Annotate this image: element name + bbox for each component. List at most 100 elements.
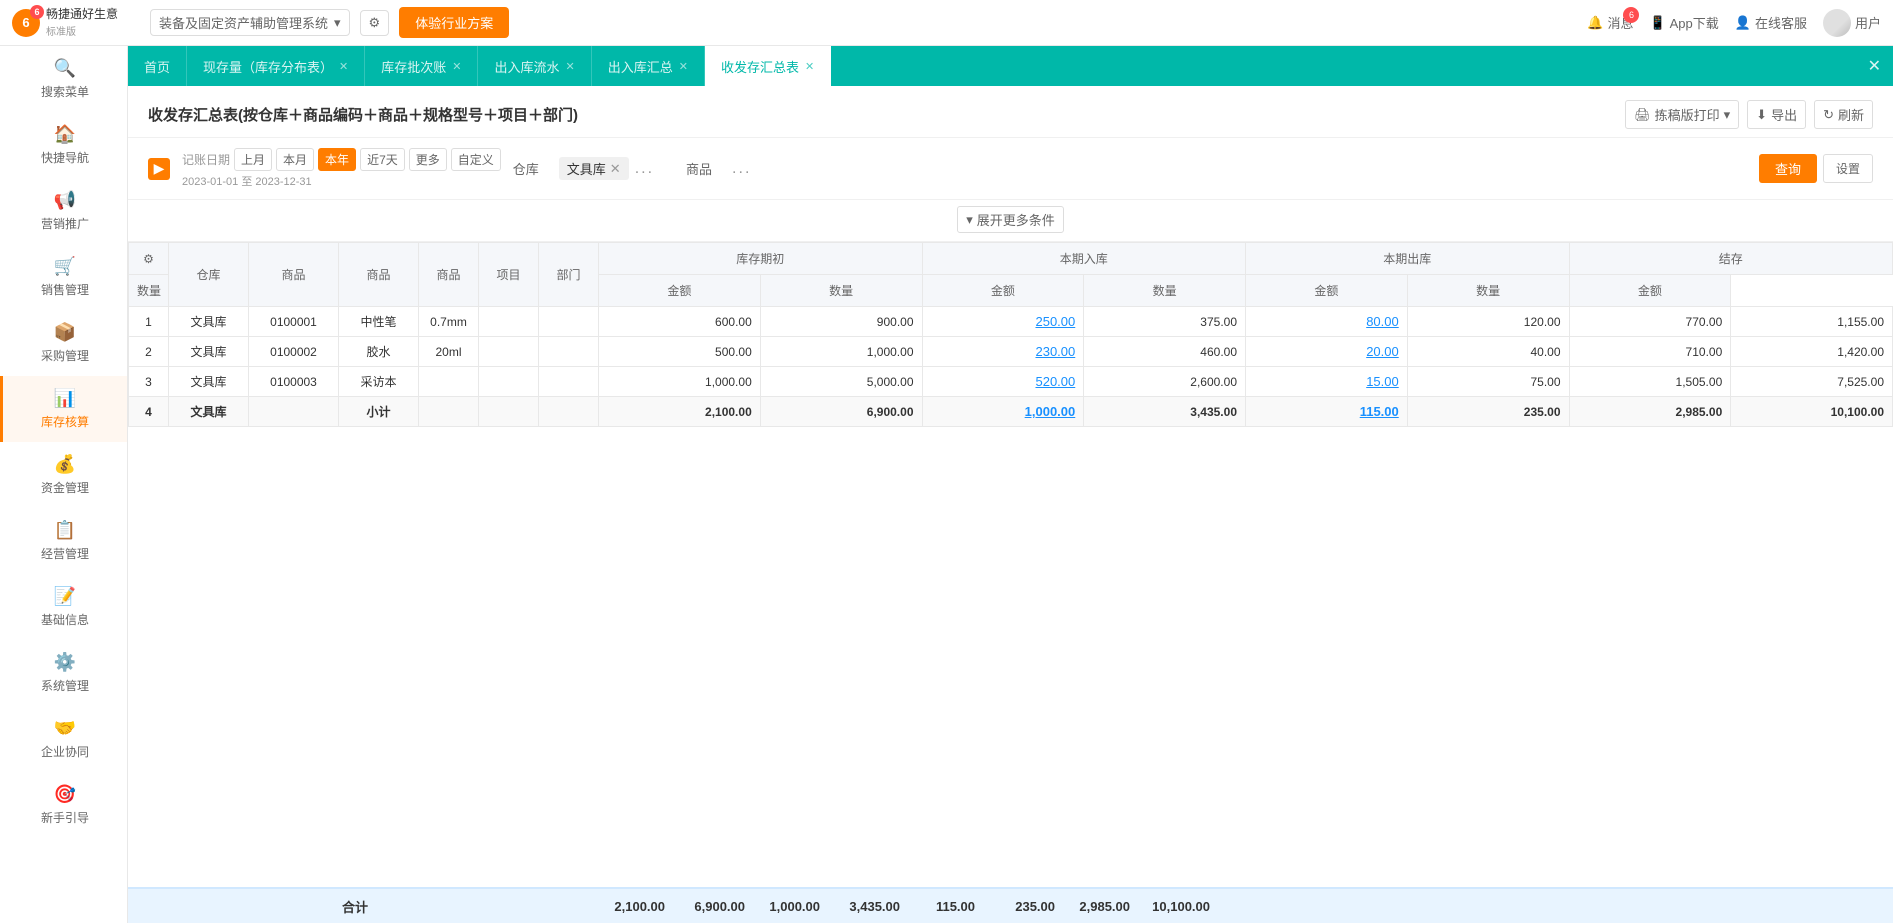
tab-close-inventory-dist[interactable]: ✕ (339, 60, 348, 73)
print-icon: 🖨 (1634, 107, 1651, 123)
sidebar-item-purchase[interactable]: 📦 采购管理 (0, 310, 127, 376)
cell-spec: 20ml (419, 337, 479, 367)
page-actions: 🖨 拣稿版打印 ▾ ⬇ 导出 ↻ 刷新 (1625, 100, 1873, 129)
filter-toggle-button[interactable]: ▶ (148, 158, 170, 180)
subtotal-opening-qty: 2,100.00 (599, 397, 761, 427)
cell-inbound-qty[interactable]: 250.00 (922, 307, 1084, 337)
date-btn-7days[interactable]: 近7天 (360, 148, 405, 171)
subtotal-warehouse: 文具库 (169, 397, 249, 427)
subtotal-balance-qty: 2,985.00 (1569, 397, 1731, 427)
close-all-button[interactable]: ✕ (1856, 56, 1893, 76)
cell-name: 中性笔 (339, 307, 419, 337)
tab-inout-flow[interactable]: 出入库流水 ✕ (478, 46, 591, 86)
sidebar-label-business: 经营管理 (41, 545, 89, 562)
cell-project (479, 337, 539, 367)
cell-outbound-qty[interactable]: 15.00 (1246, 367, 1408, 397)
cell-opening-qty: 600.00 (599, 307, 761, 337)
footer-balance-amt: 10,100.00 (1138, 899, 1218, 914)
cell-project (479, 367, 539, 397)
cell-dept (539, 337, 599, 367)
chevron-down-icon: ▾ (334, 15, 341, 31)
user-item[interactable]: 用户 (1823, 9, 1881, 37)
subtotal-outbound-amt: 235.00 (1407, 397, 1569, 427)
sidebar-item-finance[interactable]: 💰 资金管理 (0, 442, 127, 508)
tab-batch[interactable]: 库存批次账 ✕ (365, 46, 478, 86)
cell-dept (539, 367, 599, 397)
date-btn-this-month[interactable]: 本月 (276, 148, 314, 171)
print-button[interactable]: 🖨 拣稿版打印 ▾ (1625, 100, 1739, 129)
cell-outbound-qty[interactable]: 20.00 (1246, 337, 1408, 367)
goods-filter-dots[interactable]: ... (732, 160, 751, 178)
cell-inbound-amt: 460.00 (1084, 337, 1246, 367)
date-btn-last-month[interactable]: 上月 (234, 148, 272, 171)
trial-button[interactable]: 体验行业方案 (399, 7, 509, 38)
sidebar-item-marketing[interactable]: 📢 营销推广 (0, 178, 127, 244)
sidebar-item-system[interactable]: ⚙️ 系统管理 (0, 640, 127, 706)
tabs-bar: 首页 现存量（库存分布表） ✕ 库存批次账 ✕ 出入库流水 ✕ 出入库汇总 ✕ … (128, 46, 1893, 86)
cell-inbound-qty[interactable]: 520.00 (922, 367, 1084, 397)
sidebar-item-quicknav[interactable]: 🏠 快捷导航 (0, 112, 127, 178)
warehouse-filter-dots[interactable]: ... (635, 160, 654, 178)
app-download-item[interactable]: 📱 App下载 (1649, 13, 1718, 32)
avatar-img (1823, 9, 1851, 37)
cell-inbound-qty[interactable]: 230.00 (922, 337, 1084, 367)
th-settings[interactable]: ⚙ (129, 243, 169, 275)
tab-inout-summary[interactable]: 出入库汇总 ✕ (592, 46, 705, 86)
table-row: 2 文具库 0100002 胶水 20ml 500.00 1,000.00 23… (129, 337, 1893, 367)
subtotal-inbound-qty[interactable]: 1,000.00 (922, 397, 1084, 427)
sidebar-label-finance: 资金管理 (41, 479, 89, 496)
phone-icon: 📱 (1649, 15, 1665, 31)
warehouse-tag-close[interactable]: ✕ (610, 161, 621, 177)
online-service-item[interactable]: 👤 在线客服 (1735, 13, 1807, 32)
tab-close-recv-send[interactable]: ✕ (805, 60, 814, 73)
query-button[interactable]: 查询 (1759, 154, 1817, 183)
enterprise-icon: 🤝 (54, 718, 76, 739)
cell-outbound-qty[interactable]: 80.00 (1246, 307, 1408, 337)
subtotal-outbound-qty[interactable]: 115.00 (1246, 397, 1408, 427)
date-btn-more[interactable]: 更多 (409, 148, 447, 171)
filter-setting-button[interactable]: 设置 (1823, 154, 1873, 183)
th-opening-amt: 金额 (599, 275, 761, 307)
goods-filter: 商品 ... (686, 159, 751, 178)
logo-icon: 6 6 (12, 9, 40, 37)
inventory-icon: 📊 (54, 388, 76, 409)
sidebar-item-newbie[interactable]: 🎯 新手引导 (0, 772, 127, 838)
cell-inbound-amt: 375.00 (1084, 307, 1246, 337)
tab-close-inout-flow[interactable]: ✕ (566, 60, 575, 73)
date-btn-this-year[interactable]: 本年 (318, 148, 356, 171)
sidebar-item-sales[interactable]: 🛒 销售管理 (0, 244, 127, 310)
sidebar-item-basic[interactable]: 📝 基础信息 (0, 574, 127, 640)
sidebar-label-marketing: 营销推广 (41, 215, 89, 232)
tab-inventory-dist[interactable]: 现存量（库存分布表） ✕ (187, 46, 365, 86)
cell-balance-amt: 1,155.00 (1731, 307, 1893, 337)
cell-warehouse: 文具库 (169, 307, 249, 337)
system-title-dropdown[interactable]: 装备及固定资产辅助管理系统 ▾ (150, 9, 350, 36)
search-icon: 🔍 (54, 58, 76, 79)
date-btn-custom[interactable]: 自定义 (451, 148, 501, 171)
sidebar-item-inventory[interactable]: 📊 库存核算 (0, 376, 127, 442)
cell-name: 采访本 (339, 367, 419, 397)
export-button[interactable]: ⬇ 导出 (1747, 100, 1806, 129)
tab-close-inout-summary[interactable]: ✕ (679, 60, 688, 73)
refresh-button[interactable]: ↻ 刷新 (1814, 100, 1873, 129)
tab-recv-send[interactable]: 收发存汇总表 ✕ (705, 46, 831, 86)
warehouse-tag-group: 文具库 ✕ ... (559, 157, 654, 180)
sidebar: 🔍 搜索菜单 🏠 快捷导航 📢 营销推广 🛒 销售管理 📦 采购管理 📊 库存核… (0, 46, 128, 923)
sidebar-label-system: 系统管理 (41, 677, 89, 694)
sidebar-item-enterprise[interactable]: 🤝 企业协同 (0, 706, 127, 772)
tab-close-batch[interactable]: ✕ (452, 60, 461, 73)
table-row: 1 文具库 0100001 中性笔 0.7mm 600.00 900.00 25… (129, 307, 1893, 337)
sidebar-item-search[interactable]: 🔍 搜索菜单 (0, 46, 127, 112)
th-opening-qty: 数量 (129, 275, 169, 307)
subtotal-project (479, 397, 539, 427)
notification-item[interactable]: 🔔 消息 6 (1587, 13, 1633, 32)
subtotal-inbound-amt: 3,435.00 (1084, 397, 1246, 427)
expand-conditions-button[interactable]: ▾ 展开更多条件 (957, 206, 1064, 233)
sidebar-item-business[interactable]: 📋 经营管理 (0, 508, 127, 574)
sidebar-label-enterprise: 企业协同 (41, 743, 89, 760)
tab-home[interactable]: 首页 (128, 46, 187, 86)
cell-code: 0100001 (249, 307, 339, 337)
subtotal-balance-amt: 10,100.00 (1731, 397, 1893, 427)
cell-warehouse: 文具库 (169, 367, 249, 397)
gear-button[interactable]: ⚙ (360, 10, 390, 36)
